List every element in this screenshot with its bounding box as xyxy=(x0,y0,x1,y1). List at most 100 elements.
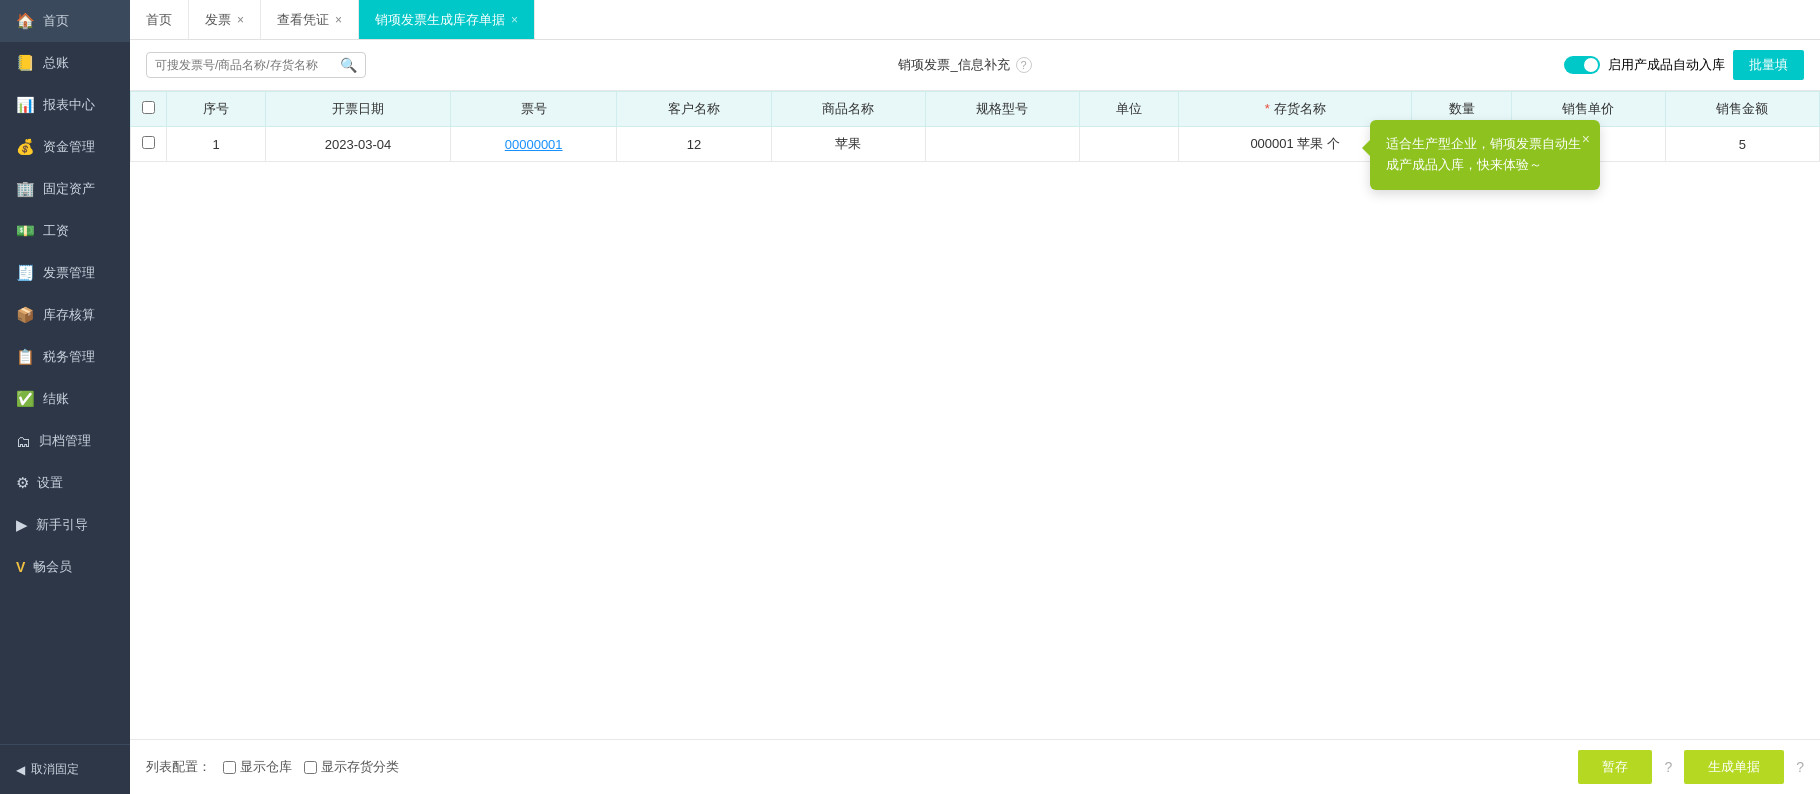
save-button[interactable]: 暂存 xyxy=(1578,750,1652,784)
funds-icon: 💰 xyxy=(16,138,35,156)
sidebar-item-tax[interactable]: 📋 税务管理 xyxy=(0,336,130,378)
sidebar-item-label: 库存核算 xyxy=(43,306,95,324)
sidebar-item-label: 税务管理 xyxy=(43,348,95,366)
row-spec xyxy=(925,127,1079,162)
show-category-label[interactable]: 显示存货分类 xyxy=(304,758,399,776)
archive-icon: 🗂 xyxy=(16,433,31,450)
sidebar-item-label: 工资 xyxy=(43,222,69,240)
member-icon: V xyxy=(16,559,25,575)
row-product: 苹果 xyxy=(771,127,925,162)
row-ticket-no[interactable]: 00000001 xyxy=(450,127,616,162)
tab-view-voucher-close[interactable]: × xyxy=(335,13,342,27)
show-warehouse-label[interactable]: 显示仓库 xyxy=(223,758,292,776)
sidebar-bottom: ◀ 取消固定 xyxy=(0,744,130,794)
sidebar-item-label: 报表中心 xyxy=(43,96,95,114)
sidebar-item-label: 固定资产 xyxy=(43,180,95,198)
sidebar-item-funds[interactable]: 💰 资金管理 xyxy=(0,126,130,168)
tooltip-popup: × 适合生产型企业，销项发票自动生成产成品入库，快来体验～ xyxy=(1370,120,1600,190)
list-config: 列表配置： 显示仓库 显示存货分类 xyxy=(146,758,399,776)
sidebar-item-home[interactable]: 🏠 首页 xyxy=(0,0,130,42)
sidebar-item-settings[interactable]: ⚙ 设置 xyxy=(0,462,130,504)
bottom-actions: 暂存 ? 生成单据 ? xyxy=(1578,750,1804,784)
sidebar-item-label: 结账 xyxy=(43,390,69,408)
tab-home-label: 首页 xyxy=(146,11,172,29)
info-help-icon[interactable]: ? xyxy=(1016,57,1032,73)
toolbar-right: 启用产成品自动入库 批量填 xyxy=(1564,50,1804,80)
sidebar-item-guide[interactable]: ▶ 新手引导 xyxy=(0,504,130,546)
th-customer: 客户名称 xyxy=(617,92,771,127)
tab-view-voucher[interactable]: 查看凭证 × xyxy=(261,0,359,39)
auto-warehouse-toggle[interactable] xyxy=(1564,56,1600,74)
tab-sale-invoice-warehouse[interactable]: 销项发票生成库存单据 × xyxy=(359,0,535,39)
tab-invoice-label: 发票 xyxy=(205,11,231,29)
reports-icon: 📊 xyxy=(16,96,35,114)
th-spec: 规格型号 xyxy=(925,92,1079,127)
select-all-checkbox[interactable] xyxy=(142,101,155,114)
show-category-checkbox[interactable] xyxy=(304,761,317,774)
save-help-icon[interactable]: ? xyxy=(1664,759,1672,775)
sidebar: 🏠 首页 📒 总账 📊 报表中心 💰 资金管理 🏢 固定资产 💵 工资 🧾 发票… xyxy=(0,0,130,794)
th-seq: 序号 xyxy=(167,92,266,127)
batch-fill-button[interactable]: 批量填 xyxy=(1733,50,1804,80)
row-amount: 5 xyxy=(1665,127,1819,162)
th-checkbox xyxy=(131,92,167,127)
cancel-fixed-button[interactable]: ◀ 取消固定 xyxy=(0,753,130,786)
tax-icon: 📋 xyxy=(16,348,35,366)
sidebar-item-archive[interactable]: 🗂 归档管理 xyxy=(0,420,130,462)
tab-home[interactable]: 首页 xyxy=(130,0,189,39)
sidebar-item-reports[interactable]: 📊 报表中心 xyxy=(0,84,130,126)
config-label: 列表配置： xyxy=(146,758,211,776)
sidebar-item-label: 畅会员 xyxy=(33,558,72,576)
row-checkbox-cell[interactable] xyxy=(131,127,167,162)
row-unit xyxy=(1079,127,1178,162)
settings-icon: ⚙ xyxy=(16,474,29,492)
payroll-icon: 💵 xyxy=(16,222,35,240)
sidebar-item-inventory[interactable]: 📦 库存核算 xyxy=(0,294,130,336)
sidebar-item-member[interactable]: V 畅会员 xyxy=(0,546,130,588)
show-warehouse-checkbox[interactable] xyxy=(223,761,236,774)
closing-icon: ✅ xyxy=(16,390,35,408)
tab-view-voucher-label: 查看凭证 xyxy=(277,11,329,29)
sidebar-item-label: 新手引导 xyxy=(36,516,88,534)
tooltip-close-button[interactable]: × xyxy=(1582,128,1590,150)
fixed-assets-icon: 🏢 xyxy=(16,180,35,198)
sidebar-item-invoice-mgmt[interactable]: 🧾 发票管理 xyxy=(0,252,130,294)
row-seq: 1 xyxy=(167,127,266,162)
sidebar-item-ledger[interactable]: 📒 总账 xyxy=(0,42,130,84)
tab-sale-invoice-warehouse-label: 销项发票生成库存单据 xyxy=(375,11,505,29)
row-date: 2023-03-04 xyxy=(266,127,451,162)
generate-help-icon[interactable]: ? xyxy=(1796,759,1804,775)
sidebar-item-closing[interactable]: ✅ 结账 xyxy=(0,378,130,420)
inventory-icon: 📦 xyxy=(16,306,35,324)
info-label: 销项发票_信息补充 xyxy=(898,56,1009,74)
tab-invoice-close[interactable]: × xyxy=(237,13,244,27)
tooltip-text: 适合生产型企业，销项发票自动生成产成品入库，快来体验～ xyxy=(1386,136,1581,172)
sidebar-item-label: 发票管理 xyxy=(43,264,95,282)
th-ticket-no: 票号 xyxy=(450,92,616,127)
row-customer: 12 xyxy=(617,127,771,162)
toolbar-center: 销项发票_信息补充 ? xyxy=(378,56,1552,74)
generate-button[interactable]: 生成单据 xyxy=(1684,750,1784,784)
tab-invoice[interactable]: 发票 × xyxy=(189,0,261,39)
search-box[interactable]: 🔍 xyxy=(146,52,366,78)
row-checkbox[interactable] xyxy=(142,136,155,149)
toggle-label: 启用产成品自动入库 xyxy=(1608,56,1725,74)
sidebar-item-label: 资金管理 xyxy=(43,138,95,156)
guide-icon: ▶ xyxy=(16,516,28,534)
tab-bar: 首页 发票 × 查看凭证 × 销项发票生成库存单据 × xyxy=(130,0,1820,40)
search-input[interactable] xyxy=(155,58,334,72)
bottom-bar: 列表配置： 显示仓库 显示存货分类 暂存 ? 生成单据 ? xyxy=(130,739,1820,794)
th-date: 开票日期 xyxy=(266,92,451,127)
ledger-icon: 📒 xyxy=(16,54,35,72)
sidebar-item-label: 归档管理 xyxy=(39,432,91,450)
th-product: 商品名称 xyxy=(771,92,925,127)
sidebar-item-fixed-assets[interactable]: 🏢 固定资产 xyxy=(0,168,130,210)
th-unit: 单位 xyxy=(1079,92,1178,127)
toolbar: 🔍 销项发票_信息补充 ? 启用产成品自动入库 批量填 xyxy=(130,40,1820,91)
sidebar-item-label: 总账 xyxy=(43,54,69,72)
cancel-fixed-icon: ◀ xyxy=(16,763,25,777)
home-icon: 🏠 xyxy=(16,12,35,30)
tab-sale-invoice-warehouse-close[interactable]: × xyxy=(511,13,518,27)
sidebar-item-payroll[interactable]: 💵 工资 xyxy=(0,210,130,252)
search-icon: 🔍 xyxy=(340,57,357,73)
